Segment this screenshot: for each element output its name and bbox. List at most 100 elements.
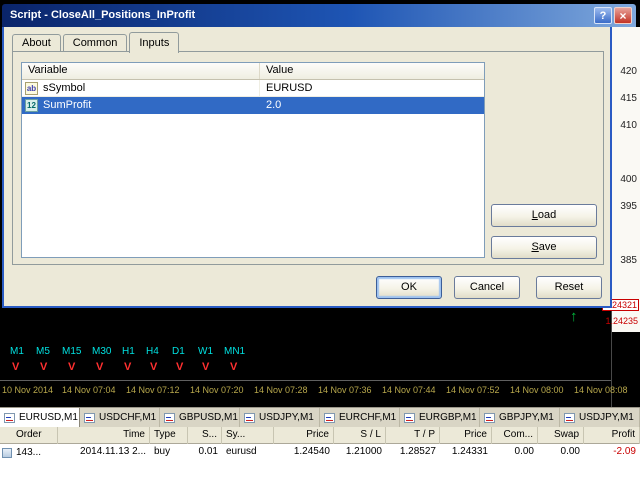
order-time: 2014.11.13 2... <box>58 444 150 461</box>
dialog-titlebar[interactable]: Script - CloseAll_Positions_InProfit ? × <box>2 4 636 27</box>
price-scale-label: 385 <box>620 255 637 266</box>
header-time: Time <box>58 427 150 444</box>
input-row-ssymbol[interactable]: ab sSymbol EURUSD <box>22 80 484 97</box>
order-commission: 0.00 <box>492 444 538 461</box>
tab-common[interactable]: Common <box>63 34 128 51</box>
load-label: oad <box>538 209 556 221</box>
down-arrow-icon: V <box>96 361 103 373</box>
chart-icon <box>4 413 15 423</box>
price-scale-label: 420 <box>620 66 637 77</box>
down-arrow-icon: V <box>176 361 183 373</box>
price-scale-label: 400 <box>620 174 637 185</box>
up-arrow-icon: ↑ <box>570 308 578 325</box>
save-label: ave <box>539 241 557 253</box>
column-header-value: Value <box>260 63 484 79</box>
price-scale-label: 395 <box>620 201 637 212</box>
grid-header: Variable Value <box>22 63 484 80</box>
reset-button[interactable]: Reset <box>536 276 602 299</box>
header-order: Order <box>0 427 58 444</box>
chart-tab-label: EURGBP,M1 <box>419 412 477 423</box>
chart-tab-eurgbp-m1[interactable]: EURGBP,M1 <box>400 408 480 427</box>
price-scale-label: 415 <box>620 93 637 104</box>
timeframe-label-m1: M1 <box>10 346 24 357</box>
header-price-current: Price <box>440 427 492 444</box>
order-icon <box>2 448 12 458</box>
time-axis-label: 14 Nov 07:36 <box>318 385 372 395</box>
order-row[interactable]: 143... 2014.11.13 2... buy 0.01 eurusd 1… <box>0 444 640 461</box>
close-button[interactable]: × <box>614 7 632 24</box>
chart-tab-eurchf-m1[interactable]: EURCHF,M1 <box>320 408 400 427</box>
header-type: Type <box>150 427 188 444</box>
chart-tab-label: USDJPY,M1 <box>259 412 314 423</box>
time-axis-label: 14 Nov 07:52 <box>446 385 500 395</box>
chart-tab-label: USDJPY,M1 <box>579 412 634 423</box>
cancel-button[interactable]: Cancel <box>454 276 520 299</box>
variable-value[interactable]: 2.0 <box>260 97 484 114</box>
timeframe-label-mn1: MN1 <box>224 346 245 357</box>
save-button[interactable]: Save <box>491 236 597 259</box>
inputs-grid: Variable Value ab sSymbol EURUSD 12 SumP… <box>21 62 485 258</box>
header-profit: Profit <box>584 427 640 444</box>
chart-tab-label: GBPUSD,M1 <box>179 412 238 423</box>
order-symbol: eurusd <box>222 444 274 461</box>
ok-button[interactable]: OK <box>376 276 442 299</box>
chart-tab-gbpjpy-m1[interactable]: GBPJPY,M1 <box>480 408 560 427</box>
tab-inputs[interactable]: Inputs <box>129 32 179 53</box>
timeframe-label-w1: W1 <box>198 346 213 357</box>
timeframe-label-h1: H1 <box>122 346 135 357</box>
dialog-tabs: About Common Inputs <box>12 32 181 53</box>
time-axis-label: 14 Nov 07:28 <box>254 385 308 395</box>
time-axis-label: 14 Nov 08:08 <box>574 385 628 395</box>
tab-about[interactable]: About <box>12 34 61 51</box>
down-arrow-icon: V <box>202 361 209 373</box>
terminal-header: Order Time Type S... Sy... Price S / L T… <box>0 427 640 444</box>
timeframe-label-h4: H4 <box>146 346 159 357</box>
chart-tab-label: GBPJPY,M1 <box>499 412 554 423</box>
header-commission: Com... <box>492 427 538 444</box>
script-inputs-dialog: About Common Inputs Variable Value ab sS… <box>2 27 612 308</box>
help-button[interactable]: ? <box>594 7 612 24</box>
terminal-panel: Order Time Type S... Sy... Price S / L T… <box>0 427 640 480</box>
variable-name: sSymbol <box>43 80 85 96</box>
price-line-label: 1.24235 <box>605 316 638 326</box>
chart-icon <box>324 413 335 423</box>
down-arrow-icon: V <box>230 361 237 373</box>
order-cell: 143... <box>0 444 58 461</box>
order-number: 143... <box>16 445 41 461</box>
time-axis-label: 14 Nov 08:00 <box>510 385 564 395</box>
chart-tab-usdjpy-m1-2[interactable]: USDJPY,M1 <box>560 408 640 427</box>
number-type-icon: 12 <box>25 99 38 112</box>
timeframe-label-m15: M15 <box>62 346 81 357</box>
chart-tab-usdchf-m1[interactable]: USDCHF,M1 <box>80 408 160 427</box>
chart-tab-gbpusd-m1[interactable]: GBPUSD,M1 <box>160 408 240 427</box>
time-axis-label: 14 Nov 07:04 <box>62 385 116 395</box>
question-icon: ? <box>600 10 607 22</box>
dialog-title: Script - CloseAll_Positions_InProfit <box>10 4 195 27</box>
chart-icon <box>84 413 95 423</box>
header-sl: S / L <box>334 427 386 444</box>
close-icon: × <box>619 9 626 23</box>
string-type-icon: ab <box>25 82 38 95</box>
time-axis-line <box>0 380 611 381</box>
chart-icon <box>244 413 255 423</box>
load-button[interactable]: Load <box>491 204 597 227</box>
down-arrow-icon: V <box>124 361 131 373</box>
chart-tab-label: EURUSD,M1 <box>19 412 78 423</box>
chart-icon <box>564 413 575 423</box>
header-tp: T / P <box>386 427 440 444</box>
column-header-variable: Variable <box>22 63 260 79</box>
variable-name: SumProfit <box>43 97 91 113</box>
chart-tab-eurusd-m1[interactable]: EURUSD,M1 <box>0 408 80 427</box>
price-scale-label: 410 <box>620 120 637 131</box>
header-price-open: Price <box>274 427 334 444</box>
variable-value[interactable]: EURUSD <box>260 80 484 97</box>
time-axis-label: 10 Nov 2014 <box>2 385 53 395</box>
chart-tab-label: USDCHF,M1 <box>99 412 156 423</box>
down-arrow-icon: V <box>12 361 19 373</box>
down-arrow-icon: V <box>150 361 157 373</box>
input-row-sumprofit[interactable]: 12 SumProfit 2.0 <box>22 97 484 114</box>
time-axis-label: 14 Nov 07:12 <box>126 385 180 395</box>
chart-tab-usdjpy-m1[interactable]: USDJPY,M1 <box>240 408 320 427</box>
order-open-price: 1.24540 <box>274 444 334 461</box>
chart-icon <box>164 413 175 423</box>
